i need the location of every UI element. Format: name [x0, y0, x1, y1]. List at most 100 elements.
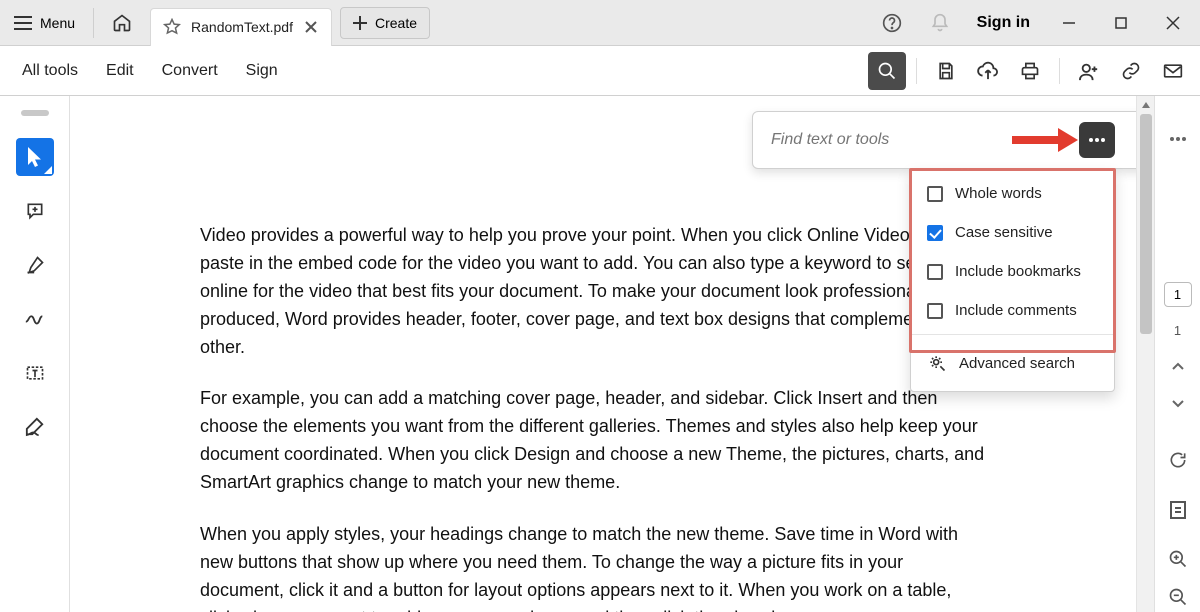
- paragraph: For example, you can add a matching cove…: [200, 385, 985, 497]
- email-button[interactable]: [1154, 52, 1192, 90]
- rail-grip[interactable]: [21, 110, 49, 116]
- rotate-button[interactable]: [1161, 445, 1195, 475]
- current-page: 1: [1174, 287, 1181, 302]
- all-tools-link[interactable]: All tools: [8, 62, 92, 80]
- vertical-scrollbar[interactable]: [1136, 96, 1154, 612]
- highlighter-icon: [25, 255, 45, 275]
- find-input[interactable]: [763, 131, 1071, 149]
- menu-button[interactable]: Menu: [0, 0, 89, 45]
- highlight-tool[interactable]: [16, 246, 54, 284]
- document-view[interactable]: Video provides a powerful way to help yo…: [70, 96, 1154, 612]
- create-button[interactable]: Create: [340, 7, 430, 39]
- page-count: 1: [1174, 323, 1181, 338]
- sign-link[interactable]: Sign: [232, 62, 292, 80]
- menu-label: Menu: [40, 15, 75, 31]
- cloud-upload-icon: [977, 61, 999, 81]
- more-horizontal-icon: [1169, 136, 1187, 142]
- notifications-button[interactable]: [919, 2, 961, 44]
- zoom-out-button[interactable]: [1161, 582, 1195, 612]
- toolbar-right: [868, 52, 1192, 90]
- find-button[interactable]: [868, 52, 906, 90]
- prev-page-button[interactable]: [1161, 352, 1195, 382]
- zoom-in-icon: [1168, 549, 1188, 569]
- option-label: Include bookmarks: [955, 263, 1081, 280]
- save-icon: [936, 61, 956, 81]
- gear-search-icon: [927, 353, 947, 373]
- paragraph: When you apply styles, your headings cha…: [200, 521, 985, 612]
- chevron-up-icon: [1171, 361, 1185, 371]
- option-case-sensitive[interactable]: Case sensitive: [911, 213, 1114, 252]
- plus-icon: [353, 16, 367, 30]
- scroll-thumb[interactable]: [1140, 114, 1152, 334]
- option-include-bookmarks[interactable]: Include bookmarks: [911, 252, 1114, 291]
- sign-in-link[interactable]: Sign in: [977, 14, 1030, 32]
- home-icon: [112, 13, 132, 33]
- window-minimize-button[interactable]: [1046, 0, 1092, 46]
- email-icon: [1163, 63, 1183, 79]
- link-icon: [1121, 61, 1141, 81]
- link-button[interactable]: [1112, 52, 1150, 90]
- separator: [911, 334, 1114, 335]
- left-tool-rail: [0, 96, 70, 612]
- comment-plus-icon: [25, 201, 45, 221]
- draw-tool[interactable]: [16, 300, 54, 338]
- next-page-button[interactable]: [1161, 389, 1195, 419]
- window-close-button[interactable]: [1150, 0, 1196, 46]
- share-people-icon: [1078, 61, 1100, 81]
- document-text: Video provides a powerful way to help yo…: [200, 222, 985, 612]
- option-whole-words[interactable]: Whole words: [911, 174, 1114, 213]
- fit-page-button[interactable]: [1161, 495, 1195, 525]
- page-number-input[interactable]: 1: [1164, 282, 1192, 307]
- checkbox-checked-icon: [927, 225, 943, 241]
- select-tool[interactable]: [16, 138, 54, 176]
- zoom-out-icon: [1168, 587, 1188, 607]
- convert-link[interactable]: Convert: [148, 62, 232, 80]
- comment-tool[interactable]: [16, 192, 54, 230]
- advanced-search-label: Advanced search: [959, 355, 1075, 372]
- close-icon: [1166, 16, 1180, 30]
- checkbox-icon: [927, 264, 943, 280]
- title-bar: Menu RandomText.pdf Create Sign in: [0, 0, 1200, 46]
- freehand-icon: [24, 311, 46, 327]
- titlebar-right: Sign in: [871, 0, 1200, 46]
- chevron-down-icon: [1171, 399, 1185, 409]
- text-box-tool[interactable]: [16, 354, 54, 392]
- separator: [1059, 58, 1060, 84]
- help-icon: [882, 13, 902, 33]
- fill-sign-tool[interactable]: [16, 408, 54, 446]
- search-icon: [877, 61, 897, 81]
- home-button[interactable]: [98, 0, 146, 45]
- separator: [93, 8, 94, 38]
- close-icon: [305, 21, 317, 33]
- tab-close-button[interactable]: [303, 19, 319, 35]
- more-horizontal-icon: [1088, 137, 1106, 143]
- window-maximize-button[interactable]: [1098, 0, 1144, 46]
- save-button[interactable]: [927, 52, 965, 90]
- option-label: Whole words: [955, 185, 1042, 202]
- chevron-up-icon: [1141, 101, 1151, 109]
- find-bar: [752, 111, 1154, 169]
- advanced-search-link[interactable]: Advanced search: [911, 339, 1114, 387]
- cloud-upload-button[interactable]: [969, 52, 1007, 90]
- tab-title: RandomText.pdf: [191, 19, 293, 35]
- help-button[interactable]: [871, 2, 913, 44]
- signature-icon: [24, 417, 46, 437]
- scroll-up-button[interactable]: [1137, 96, 1154, 114]
- share-button[interactable]: [1070, 52, 1108, 90]
- edit-link[interactable]: Edit: [92, 62, 148, 80]
- fit-page-icon: [1169, 500, 1187, 520]
- panel-toggle-button[interactable]: [1161, 124, 1195, 154]
- create-label: Create: [375, 15, 417, 31]
- option-include-comments[interactable]: Include comments: [911, 291, 1114, 330]
- hamburger-icon: [14, 16, 32, 30]
- minimize-icon: [1062, 16, 1076, 30]
- main-area: Video provides a powerful way to help yo…: [0, 96, 1200, 612]
- zoom-in-button[interactable]: [1161, 545, 1195, 575]
- find-options-button[interactable]: [1079, 122, 1115, 158]
- paragraph: Video provides a powerful way to help yo…: [200, 222, 985, 361]
- option-label: Case sensitive: [955, 224, 1053, 241]
- document-tab[interactable]: RandomText.pdf: [150, 8, 332, 46]
- option-label: Include comments: [955, 302, 1077, 319]
- print-button[interactable]: [1011, 52, 1049, 90]
- text-box-icon: [25, 363, 45, 383]
